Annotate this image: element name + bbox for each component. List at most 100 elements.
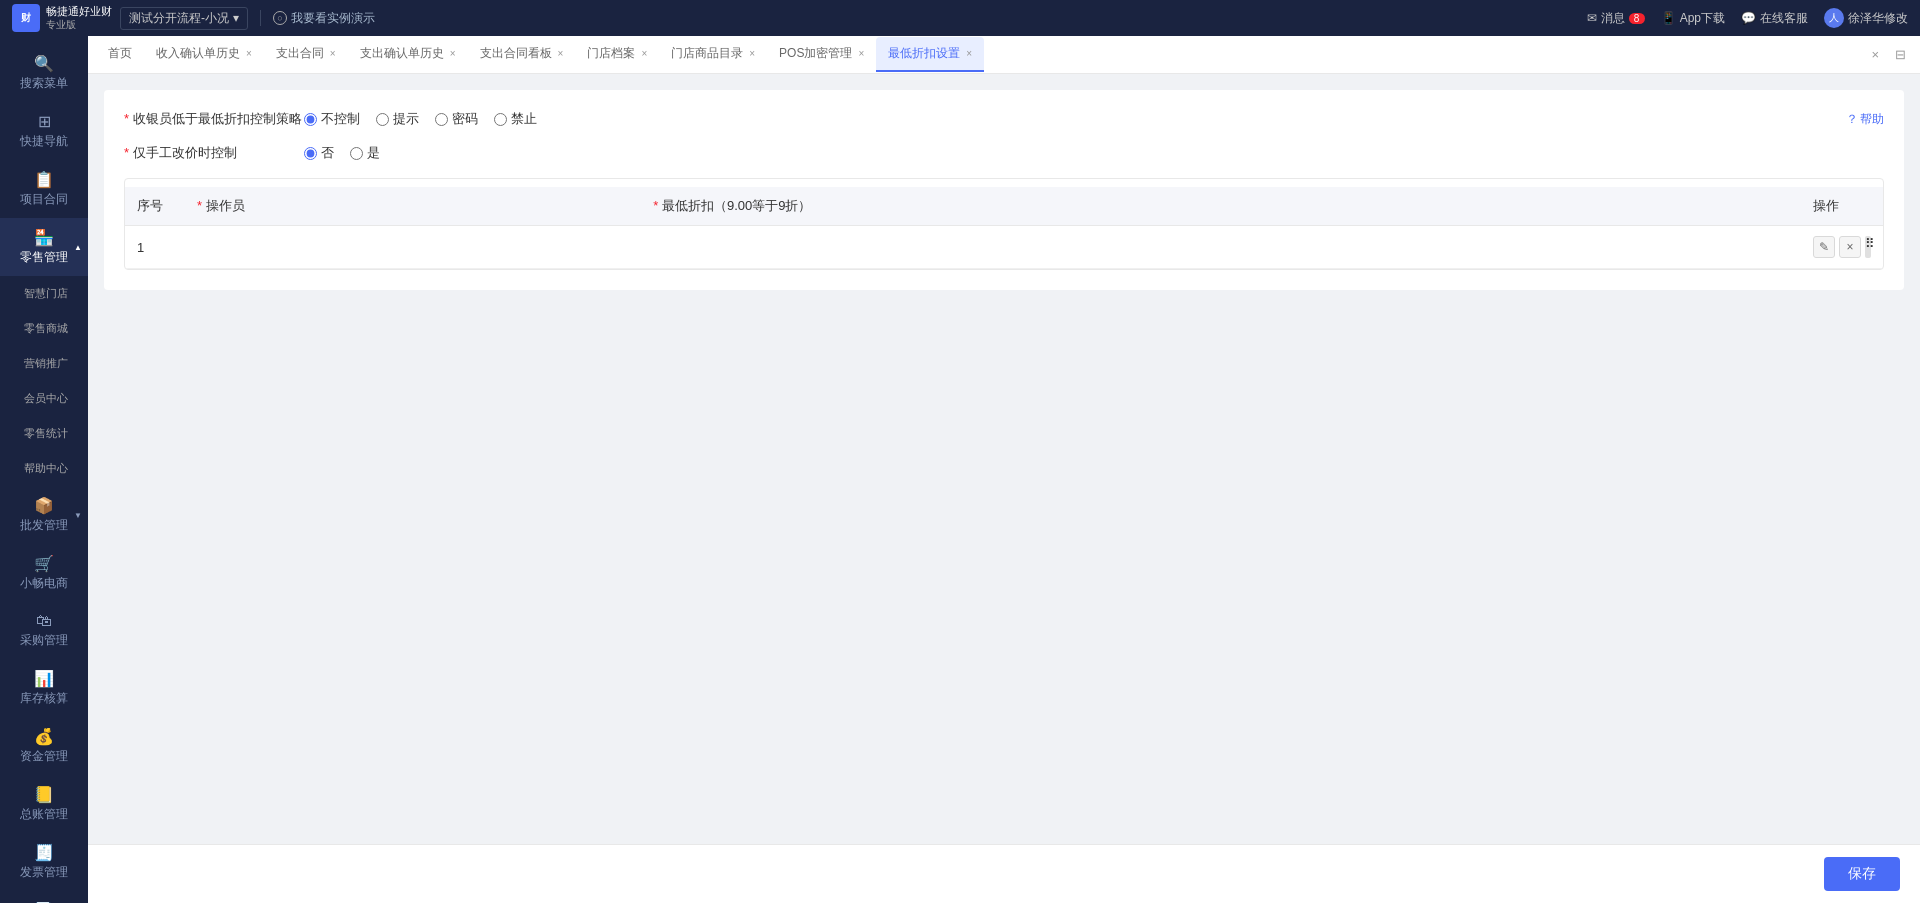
online-service-btn[interactable]: 💬 在线客服 — [1741, 10, 1808, 27]
tab-payment-contract-board[interactable]: 支出合同看板 × — [468, 37, 576, 72]
sidebar-item-tax-mgmt[interactable]: 📑 税务管理 — [0, 891, 88, 903]
radio-password[interactable]: 密码 — [435, 110, 478, 128]
tab-home[interactable]: 首页 — [96, 37, 144, 72]
radio-remind-input[interactable] — [376, 113, 389, 126]
sidebar-item-project-contract[interactable]: 📋 项目合同 — [0, 160, 88, 218]
sidebar-item-search-menu[interactable]: 🔍 搜索菜单 — [0, 44, 88, 102]
logo-text: 畅捷通好业财 专业版 — [46, 5, 112, 30]
row-drag-handle[interactable]: ⠿ — [1865, 236, 1871, 258]
close-tab-payment-contract[interactable]: × — [330, 48, 336, 59]
required-star2: * — [124, 145, 129, 160]
service-icon: 💬 — [1741, 11, 1756, 25]
close-tab-store[interactable]: × — [641, 48, 647, 59]
th-discount-required: * — [653, 198, 658, 213]
tab-store-archive[interactable]: 门店档案 × — [575, 37, 659, 72]
sidebar-item-capital-mgmt[interactable]: 💰 资金管理 — [0, 717, 88, 775]
th-discount: * 最低折扣（9.00等于9折） — [641, 187, 1801, 226]
save-button[interactable]: 保存 — [1824, 857, 1900, 891]
radio-forbid[interactable]: 禁止 — [494, 110, 537, 128]
sidebar-item-quick-nav[interactable]: ⊞ 快捷导航 — [0, 102, 88, 160]
tabbar: 首页 收入确认单历史 × 支出合同 × 支出确认单历史 × 支出合同看板 × 门… — [88, 36, 1920, 74]
sidebar-item-xiao-chang[interactable]: 🛒 小畅电商 — [0, 544, 88, 602]
capital-icon: 💰 — [4, 727, 84, 746]
close-tab-discount[interactable]: × — [966, 48, 972, 59]
sidebar-item-wholesale-mgmt[interactable]: 📦 批发管理 — [0, 486, 88, 544]
tab-pos-password[interactable]: POS加密管理 × — [767, 37, 876, 72]
divider — [260, 10, 261, 26]
page-footer: 保存 — [88, 844, 1920, 903]
sidebar-item-smart-store[interactable]: 智慧门店 — [0, 276, 88, 311]
app-download-btn[interactable]: 📱 App下载 — [1661, 10, 1725, 27]
td-discount — [641, 226, 1801, 269]
settings-card: * 收银员低于最低折扣控制策略 不控制 提示 — [104, 90, 1904, 290]
form-row-1: * 收银员低于最低折扣控制策略 不控制 提示 — [124, 110, 1884, 128]
close-all-tabs-btn[interactable]: × — [1865, 45, 1885, 64]
radio-no-input[interactable] — [304, 147, 317, 160]
td-seq: 1 — [125, 226, 185, 269]
radio-forbid-input[interactable] — [494, 113, 507, 126]
discount-table-wrapper: 序号 * 操作员 * 最低折扣（9.00等于9折） — [124, 178, 1884, 270]
close-tab-income[interactable]: × — [246, 48, 252, 59]
purchase-icon: 🛍 — [4, 612, 84, 630]
radio-yes[interactable]: 是 — [350, 144, 380, 162]
demo-link[interactable]: ○ 我要看实例演示 — [273, 10, 375, 27]
discount-table: 序号 * 操作员 * 最低折扣（9.00等于9折） — [125, 187, 1883, 269]
topbar-right: ✉ 消息 8 📱 App下载 💬 在线客服 人 徐泽华修改 — [1587, 8, 1908, 28]
radio-yes-input[interactable] — [350, 147, 363, 160]
contract-icon: 📋 — [4, 170, 84, 189]
sidebar-item-retail-mgmt[interactable]: 🏪 零售管理 — [0, 218, 88, 276]
table-row: 1 ✎ × ⠿ — [125, 226, 1883, 269]
question-icon: ？ — [1846, 111, 1858, 128]
edit-row-btn[interactable]: ✎ — [1813, 236, 1835, 258]
sidebar-item-retail-stats[interactable]: 零售统计 — [0, 416, 88, 451]
tab-menu-btn[interactable]: ⊟ — [1889, 45, 1912, 64]
sidebar-item-invoice-mgmt[interactable]: 🧾 发票管理 — [0, 833, 88, 891]
radio-remind[interactable]: 提示 — [376, 110, 419, 128]
tab-store-product-catalog[interactable]: 门店商品目录 × — [659, 37, 767, 72]
search-icon: 🔍 — [4, 54, 84, 73]
radio-no-control[interactable]: 不控制 — [304, 110, 360, 128]
sidebar-item-retail-mall[interactable]: 零售商城 — [0, 311, 88, 346]
sidebar-item-purchase-mgmt[interactable]: 🛍 采购管理 — [0, 602, 88, 659]
sidebar-item-help-center[interactable]: 帮助中心 — [0, 451, 88, 486]
ledger-icon: 📒 — [4, 785, 84, 804]
td-action: ✎ × ⠿ — [1801, 226, 1883, 269]
radio-no-control-input[interactable] — [304, 113, 317, 126]
radio-group-strategy: 不控制 提示 密码 禁止 — [304, 110, 537, 128]
sidebar-item-member-center[interactable]: 会员中心 — [0, 381, 88, 416]
th-seq: 序号 — [125, 187, 185, 226]
radio-no[interactable]: 否 — [304, 144, 334, 162]
tab-payment-contract[interactable]: 支出合同 × — [264, 37, 348, 72]
main-layout: 🔍 搜索菜单 ⊞ 快捷导航 📋 项目合同 🏪 零售管理 智慧门店 零售商城 营销… — [0, 36, 1920, 903]
sidebar: 🔍 搜索菜单 ⊞ 快捷导航 📋 项目合同 🏪 零售管理 智慧门店 零售商城 营销… — [0, 36, 88, 903]
sidebar-item-ledger-mgmt[interactable]: 📒 总账管理 — [0, 775, 88, 833]
circle-icon: ○ — [273, 11, 287, 25]
sidebar-item-marketing[interactable]: 营销推广 — [0, 346, 88, 381]
user-icon: 人 — [1824, 8, 1844, 28]
tab-payment-confirm-history[interactable]: 支出确认单历史 × — [348, 37, 468, 72]
retail-icon: 🏪 — [4, 228, 84, 247]
th-operator-required: * — [197, 198, 202, 213]
ecommerce-icon: 🛒 — [4, 554, 84, 573]
invoice-icon: 🧾 — [4, 843, 84, 862]
tab-min-discount[interactable]: 最低折扣设置 × — [876, 37, 984, 72]
tab-income-confirm-history[interactable]: 收入确认单历史 × — [144, 37, 264, 72]
content-area: 首页 收入确认单历史 × 支出合同 × 支出确认单历史 × 支出合同看板 × 门… — [88, 36, 1920, 903]
close-tab-payment-confirm[interactable]: × — [450, 48, 456, 59]
radio-password-input[interactable] — [435, 113, 448, 126]
project-selector[interactable]: 测试分开流程-小况 ▾ — [120, 7, 248, 30]
logo-icon: 财 — [12, 4, 40, 32]
help-link[interactable]: ？ 帮助 — [1846, 111, 1884, 128]
delete-row-btn[interactable]: × — [1839, 236, 1861, 258]
sidebar-item-stock-calc[interactable]: 📊 库存核算 — [0, 659, 88, 717]
download-icon: 📱 — [1661, 11, 1676, 25]
grid-icon: ⊞ — [4, 112, 84, 131]
close-tab-pos[interactable]: × — [858, 48, 864, 59]
th-operator: * 操作员 — [185, 187, 641, 226]
field2-label: * 仅手工改价时控制 — [124, 144, 304, 162]
messages-btn[interactable]: ✉ 消息 8 — [1587, 10, 1645, 27]
dropdown-arrow-icon: ▾ — [233, 11, 239, 25]
user-menu-btn[interactable]: 人 徐泽华修改 — [1824, 8, 1908, 28]
close-tab-catalog[interactable]: × — [749, 48, 755, 59]
close-tab-board[interactable]: × — [558, 48, 564, 59]
